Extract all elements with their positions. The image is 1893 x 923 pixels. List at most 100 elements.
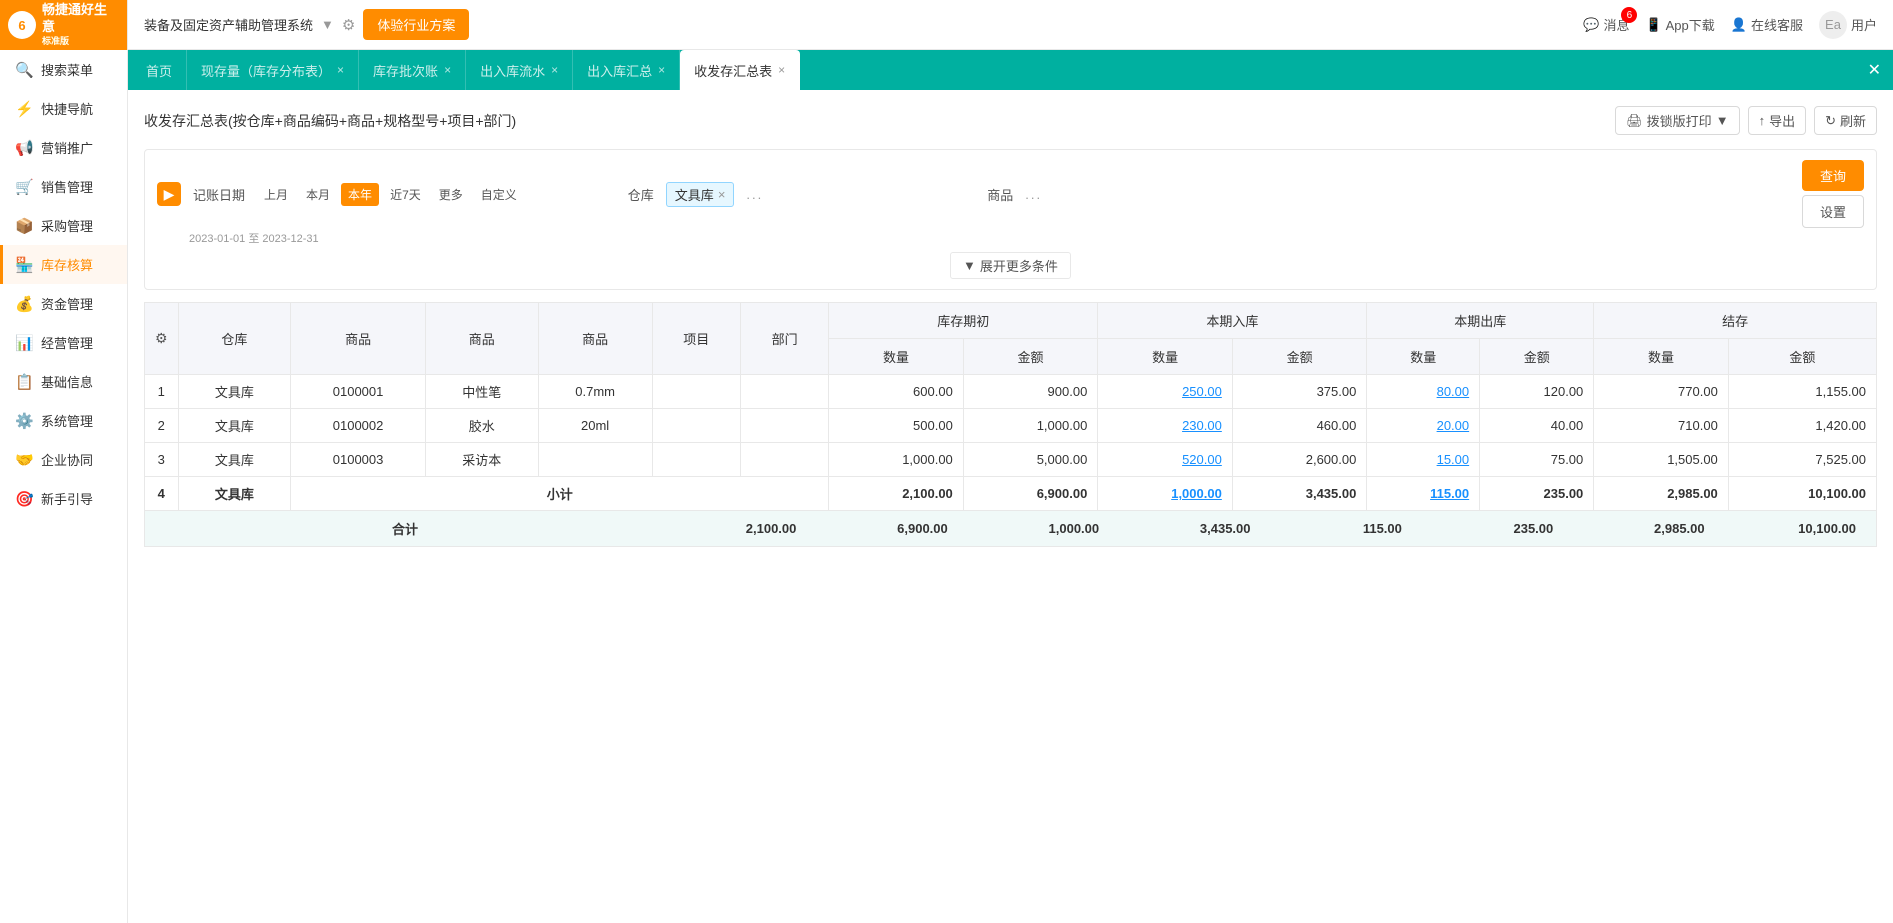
date-btn-prev-month[interactable]: 上月	[257, 183, 295, 206]
th-in: 本期入库	[1098, 303, 1367, 339]
sidebar-item-operations[interactable]: 📊 经营管理	[0, 323, 127, 362]
footer-total-label: 合计	[155, 519, 655, 538]
tab-4[interactable]: 出入库汇总 ×	[573, 50, 680, 90]
sidebar-item-sales[interactable]: 🛒 销售管理	[0, 167, 127, 206]
tab-label-3: 出入库流水	[480, 61, 545, 80]
filter-area: ▶ 记账日期 上月 本月 本年 近7天 更多 自定义 仓库 文具库 ×	[144, 149, 1877, 290]
cell-project	[652, 443, 740, 477]
cell-product-code: 0100001	[291, 375, 426, 409]
sales-icon: 🛒	[15, 178, 33, 196]
cell-in-amount: 375.00	[1232, 375, 1367, 409]
cell-out-amount: 120.00	[1480, 375, 1594, 409]
table-settings-icon[interactable]: ⚙	[155, 330, 168, 346]
cell-product-spec: 0.7mm	[538, 375, 652, 409]
warehouse-tag-remove[interactable]: ×	[718, 187, 726, 202]
sidebar-item-system[interactable]: ⚙️ 系统管理	[0, 401, 127, 440]
date-label: 记账日期	[193, 185, 245, 204]
cell-opening-qty: 1,000.00	[829, 443, 964, 477]
cell-product-spec: 20ml	[538, 409, 652, 443]
top-header: 装备及固定资产辅助管理系统 ▼ ⚙ 体验行业方案 💬 消息 6 📱 App下载 …	[128, 0, 1893, 50]
cell-balance-qty: 1,505.00	[1594, 443, 1729, 477]
cell-no: 1	[145, 375, 179, 409]
cell-opening-qty: 600.00	[829, 375, 964, 409]
tab-5[interactable]: 收发存汇总表×	[680, 50, 800, 90]
subtotal-row: 4 文具库 小计 2,100.00 6,900.00 1,000.00 3,43…	[145, 477, 1877, 511]
collab-icon: 🤝	[15, 451, 33, 469]
cell-in-qty[interactable]: 250.00	[1098, 375, 1233, 409]
header-dropdown-arrow[interactable]: ▼	[321, 17, 334, 32]
cell-in-qty[interactable]: 230.00	[1098, 409, 1233, 443]
th-out-amount: 金额	[1480, 339, 1594, 375]
sidebar-item-purchase[interactable]: 📦 采购管理	[0, 206, 127, 245]
cell-product-code: 0100003	[291, 443, 426, 477]
goods-filter-dots[interactable]: ...	[1025, 187, 1042, 202]
cell-opening-qty: 500.00	[829, 409, 964, 443]
subtotal-in-qty[interactable]: 1,000.00	[1098, 477, 1233, 511]
cell-out-qty[interactable]: 15.00	[1367, 443, 1480, 477]
refresh-btn[interactable]: ↻ 刷新	[1814, 106, 1877, 135]
sidebar-label-system: 系统管理	[41, 411, 93, 430]
basic-icon: 📋	[15, 373, 33, 391]
date-btn-this-year[interactable]: 本年	[341, 183, 379, 206]
message-icon-item[interactable]: 💬 消息 6	[1583, 15, 1629, 34]
date-btn-7days[interactable]: 近7天	[383, 183, 428, 206]
sidebar-item-quick[interactable]: ⚡ 快捷导航	[0, 89, 127, 128]
th-opening: 库存期初	[829, 303, 1098, 339]
warehouse-filter-dots[interactable]: ...	[746, 187, 763, 202]
export-btn[interactable]: ↑ 导出	[1748, 106, 1807, 135]
tab-label-0: 首页	[146, 61, 172, 80]
subtotal-opening-qty: 2,100.00	[829, 477, 964, 511]
cell-in-amount: 460.00	[1232, 409, 1367, 443]
message-icon: 💬	[1583, 17, 1599, 33]
print-btn[interactable]: 🖨 拨锁版打印 ▼	[1615, 106, 1739, 135]
tab-0[interactable]: 首页	[132, 50, 187, 90]
marketing-icon: 📢	[15, 139, 33, 157]
close-all-tabs[interactable]: ✕	[1860, 60, 1889, 80]
sidebar-item-guide[interactable]: 🎯 新手引导	[0, 479, 127, 518]
sidebar-item-search[interactable]: 🔍 搜索菜单	[0, 50, 127, 89]
cell-out-qty[interactable]: 20.00	[1367, 409, 1480, 443]
subtotal-out-qty[interactable]: 115.00	[1367, 477, 1480, 511]
tabs-bar: 首页现存量（库存分布表）×库存批次账×出入库流水×出入库汇总×收发存汇总表× ✕	[128, 50, 1893, 90]
user-item[interactable]: Ea 用户	[1819, 11, 1877, 39]
sidebar-item-collab[interactable]: 🤝 企业协同	[0, 440, 127, 479]
tab-close-5[interactable]: ×	[778, 63, 785, 77]
date-btn-more[interactable]: 更多	[432, 183, 470, 206]
sidebar-label-collab: 企业协同	[41, 450, 93, 469]
set-btn[interactable]: 设置	[1802, 195, 1864, 228]
sidebar-item-marketing[interactable]: 📢 营销推广	[0, 128, 127, 167]
sidebar-item-basic[interactable]: 📋 基础信息	[0, 362, 127, 401]
print-icon: 🖨	[1626, 113, 1643, 129]
message-badge: 6	[1621, 7, 1637, 23]
sidebar-item-inventory[interactable]: 🏪 库存核算	[0, 245, 127, 284]
subtotal-opening-amount: 6,900.00	[963, 477, 1098, 511]
tab-close-4[interactable]: ×	[658, 63, 665, 77]
date-btn-custom[interactable]: 自定义	[474, 183, 524, 206]
date-btn-this-month[interactable]: 本月	[299, 183, 337, 206]
subtotal-balance-amount: 10,100.00	[1728, 477, 1876, 511]
expand-more-btn[interactable]: ▼ 展开更多条件	[950, 252, 1071, 279]
tab-3[interactable]: 出入库流水 ×	[466, 50, 573, 90]
sidebar-item-finance[interactable]: 💰 资金管理	[0, 284, 127, 323]
experience-btn[interactable]: 体验行业方案	[363, 9, 469, 40]
operations-icon: 📊	[15, 334, 33, 352]
cell-department	[740, 375, 828, 409]
tab-close-2[interactable]: ×	[444, 63, 451, 77]
th-opening-amount: 金额	[963, 339, 1098, 375]
cell-out-qty[interactable]: 80.00	[1367, 375, 1480, 409]
tab-2[interactable]: 库存批次账×	[359, 50, 466, 90]
tab-close-3[interactable]: ×	[551, 63, 558, 77]
gear-setting-icon[interactable]: ⚙	[342, 16, 355, 34]
tab-1[interactable]: 现存量（库存分布表）×	[187, 50, 359, 90]
inventory-icon: 🏪	[15, 256, 33, 274]
app-download-item[interactable]: 📱 App下载	[1645, 15, 1714, 34]
tab-label-4: 出入库汇总	[587, 61, 652, 80]
query-btn[interactable]: 查询	[1802, 160, 1864, 191]
filter-toggle-btn[interactable]: ▶	[157, 182, 181, 206]
finance-icon: 💰	[15, 295, 33, 313]
tab-close-1[interactable]: ×	[337, 63, 344, 77]
cell-no: 2	[145, 409, 179, 443]
cell-in-qty[interactable]: 520.00	[1098, 443, 1233, 477]
online-service-item[interactable]: 👤 在线客服	[1731, 15, 1803, 34]
phone-icon: 📱	[1645, 17, 1661, 33]
